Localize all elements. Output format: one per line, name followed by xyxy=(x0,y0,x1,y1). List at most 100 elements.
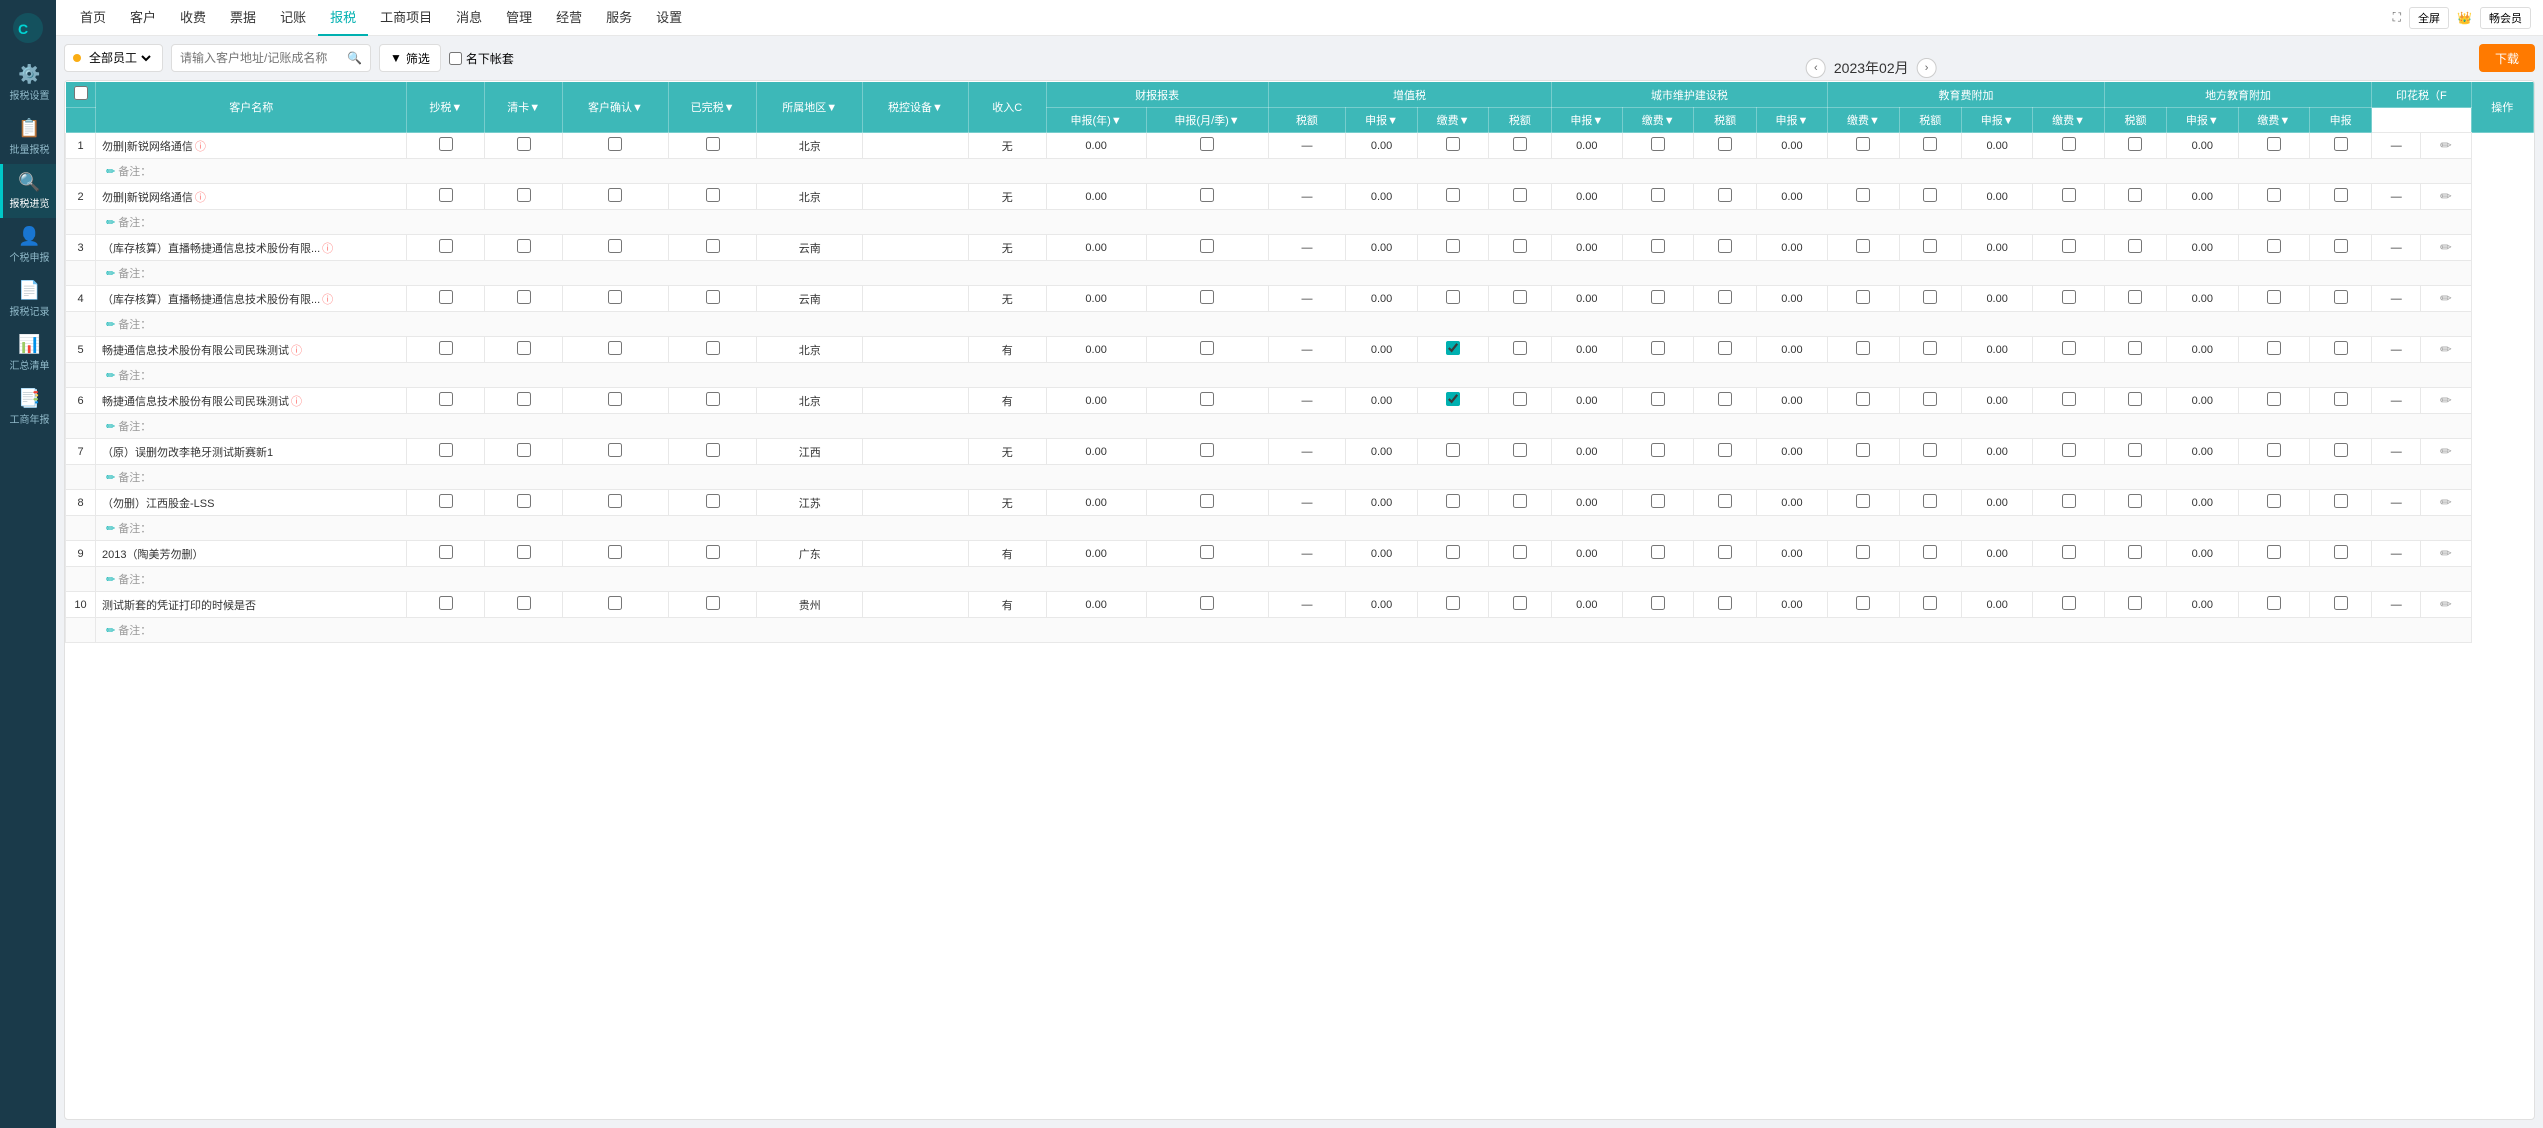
fin-year-check[interactable] xyxy=(1146,235,1268,261)
city-report-check[interactable] xyxy=(1623,235,1694,261)
stamp-report-check[interactable] xyxy=(2238,388,2309,414)
confirm-checkbox[interactable] xyxy=(563,235,669,261)
edit-icon[interactable]: ✏ xyxy=(2440,137,2452,153)
action-edit[interactable]: ✏ xyxy=(2421,541,2471,567)
edu-pay-check[interactable] xyxy=(1899,337,1961,363)
edit-icon[interactable]: ✏ xyxy=(2440,443,2452,459)
vat-report-check[interactable] xyxy=(1417,235,1488,261)
paid-checkbox[interactable] xyxy=(668,133,757,159)
edit-icon[interactable]: ✏ xyxy=(2440,545,2452,561)
city-report-check[interactable] xyxy=(1623,184,1694,210)
stamp-pay-check[interactable] xyxy=(2310,235,2372,261)
note-edit-icon[interactable]: ✏ xyxy=(106,217,115,229)
city-report-check[interactable] xyxy=(1623,286,1694,312)
search-wrap[interactable]: 🔍 xyxy=(171,44,371,72)
member-button[interactable]: 畅会员 xyxy=(2480,7,2531,29)
sidebar-item-baoshuishezhi[interactable]: ⚙️ 报税设置 xyxy=(0,56,56,110)
vat-report-check[interactable] xyxy=(1417,388,1488,414)
company-name[interactable]: 测试斯套的凭证打印的时候是否 xyxy=(96,592,407,618)
edu-pay-check[interactable] xyxy=(1899,439,1961,465)
company-name[interactable]: 勿删|新锐网络通信ⓘ xyxy=(96,133,407,159)
confirm-checkbox[interactable] xyxy=(563,490,669,516)
edit-icon[interactable]: ✏ xyxy=(2440,494,2452,510)
local-pay-check[interactable] xyxy=(2104,592,2166,618)
vat-report-check[interactable] xyxy=(1417,592,1488,618)
confirm-checkbox[interactable] xyxy=(563,592,669,618)
paid-checkbox[interactable] xyxy=(668,388,757,414)
city-pay-check[interactable] xyxy=(1694,133,1756,159)
vat-report-check[interactable] xyxy=(1417,541,1488,567)
edu-report-check[interactable] xyxy=(1828,439,1899,465)
chaoshui-checkbox[interactable] xyxy=(407,592,485,618)
action-edit[interactable]: ✏ xyxy=(2421,592,2471,618)
city-pay-check[interactable] xyxy=(1694,337,1756,363)
chaoshui-checkbox[interactable] xyxy=(407,235,485,261)
vat-pay-check[interactable] xyxy=(1489,592,1551,618)
nav-operation[interactable]: 经营 xyxy=(544,0,594,36)
qingka-checkbox[interactable] xyxy=(485,490,563,516)
local-pay-check[interactable] xyxy=(2104,337,2166,363)
local-report-check[interactable] xyxy=(2033,286,2104,312)
edit-icon[interactable]: ✏ xyxy=(2440,290,2452,306)
nav-invoice[interactable]: 票据 xyxy=(218,0,268,36)
vat-report-check[interactable] xyxy=(1417,286,1488,312)
paid-checkbox[interactable] xyxy=(668,490,757,516)
named-table-label[interactable]: 名下帐套 xyxy=(449,50,514,67)
local-report-check[interactable] xyxy=(2033,337,2104,363)
qingka-checkbox[interactable] xyxy=(485,235,563,261)
local-report-check[interactable] xyxy=(2033,439,2104,465)
company-name[interactable]: （勿删）江西股金-LSS xyxy=(96,490,407,516)
vat-report-check[interactable] xyxy=(1417,184,1488,210)
paid-checkbox[interactable] xyxy=(668,541,757,567)
confirm-checkbox[interactable] xyxy=(563,184,669,210)
chaoshui-checkbox[interactable] xyxy=(407,541,485,567)
fin-year-check[interactable] xyxy=(1146,541,1268,567)
note-edit-icon[interactable]: ✏ xyxy=(106,370,115,382)
stamp-pay-check[interactable] xyxy=(2310,286,2372,312)
vat-pay-check[interactable] xyxy=(1489,388,1551,414)
edit-icon[interactable]: ✏ xyxy=(2440,392,2452,408)
employee-select[interactable]: 全部员工 xyxy=(85,50,154,66)
stamp-report-check[interactable] xyxy=(2238,541,2309,567)
paid-checkbox[interactable] xyxy=(668,439,757,465)
stamp-report-check[interactable] xyxy=(2238,184,2309,210)
fin-year-check[interactable] xyxy=(1146,592,1268,618)
action-edit[interactable]: ✏ xyxy=(2421,337,2471,363)
note-edit-icon[interactable]: ✏ xyxy=(106,268,115,280)
edu-report-check[interactable] xyxy=(1828,541,1899,567)
note-edit-icon[interactable]: ✏ xyxy=(106,625,115,637)
local-pay-check[interactable] xyxy=(2104,388,2166,414)
paid-checkbox[interactable] xyxy=(668,184,757,210)
fin-year-check[interactable] xyxy=(1146,490,1268,516)
stamp-report-check[interactable] xyxy=(2238,592,2309,618)
local-report-check[interactable] xyxy=(2033,592,2104,618)
stamp-pay-check[interactable] xyxy=(2310,592,2372,618)
confirm-checkbox[interactable] xyxy=(563,541,669,567)
nav-service[interactable]: 服务 xyxy=(594,0,644,36)
vat-pay-check[interactable] xyxy=(1489,490,1551,516)
action-edit[interactable]: ✏ xyxy=(2421,439,2471,465)
city-report-check[interactable] xyxy=(1623,133,1694,159)
qingka-checkbox[interactable] xyxy=(485,592,563,618)
edu-pay-check[interactable] xyxy=(1899,286,1961,312)
vat-pay-check[interactable] xyxy=(1489,439,1551,465)
confirm-checkbox[interactable] xyxy=(563,388,669,414)
note-edit-icon[interactable]: ✏ xyxy=(106,319,115,331)
city-pay-check[interactable] xyxy=(1694,592,1756,618)
vat-pay-check[interactable] xyxy=(1489,235,1551,261)
city-pay-check[interactable] xyxy=(1694,235,1756,261)
city-pay-check[interactable] xyxy=(1694,286,1756,312)
local-report-check[interactable] xyxy=(2033,541,2104,567)
download-button[interactable]: 下载 xyxy=(2479,44,2535,72)
stamp-report-check[interactable] xyxy=(2238,286,2309,312)
edu-report-check[interactable] xyxy=(1828,388,1899,414)
qingka-checkbox[interactable] xyxy=(485,184,563,210)
city-pay-check[interactable] xyxy=(1694,490,1756,516)
city-report-check[interactable] xyxy=(1623,490,1694,516)
fin-year-check[interactable] xyxy=(1146,184,1268,210)
chaoshui-checkbox[interactable] xyxy=(407,286,485,312)
fin-year-check[interactable] xyxy=(1146,439,1268,465)
local-pay-check[interactable] xyxy=(2104,184,2166,210)
nav-customer[interactable]: 客户 xyxy=(118,0,168,36)
nav-account[interactable]: 记账 xyxy=(268,0,318,36)
